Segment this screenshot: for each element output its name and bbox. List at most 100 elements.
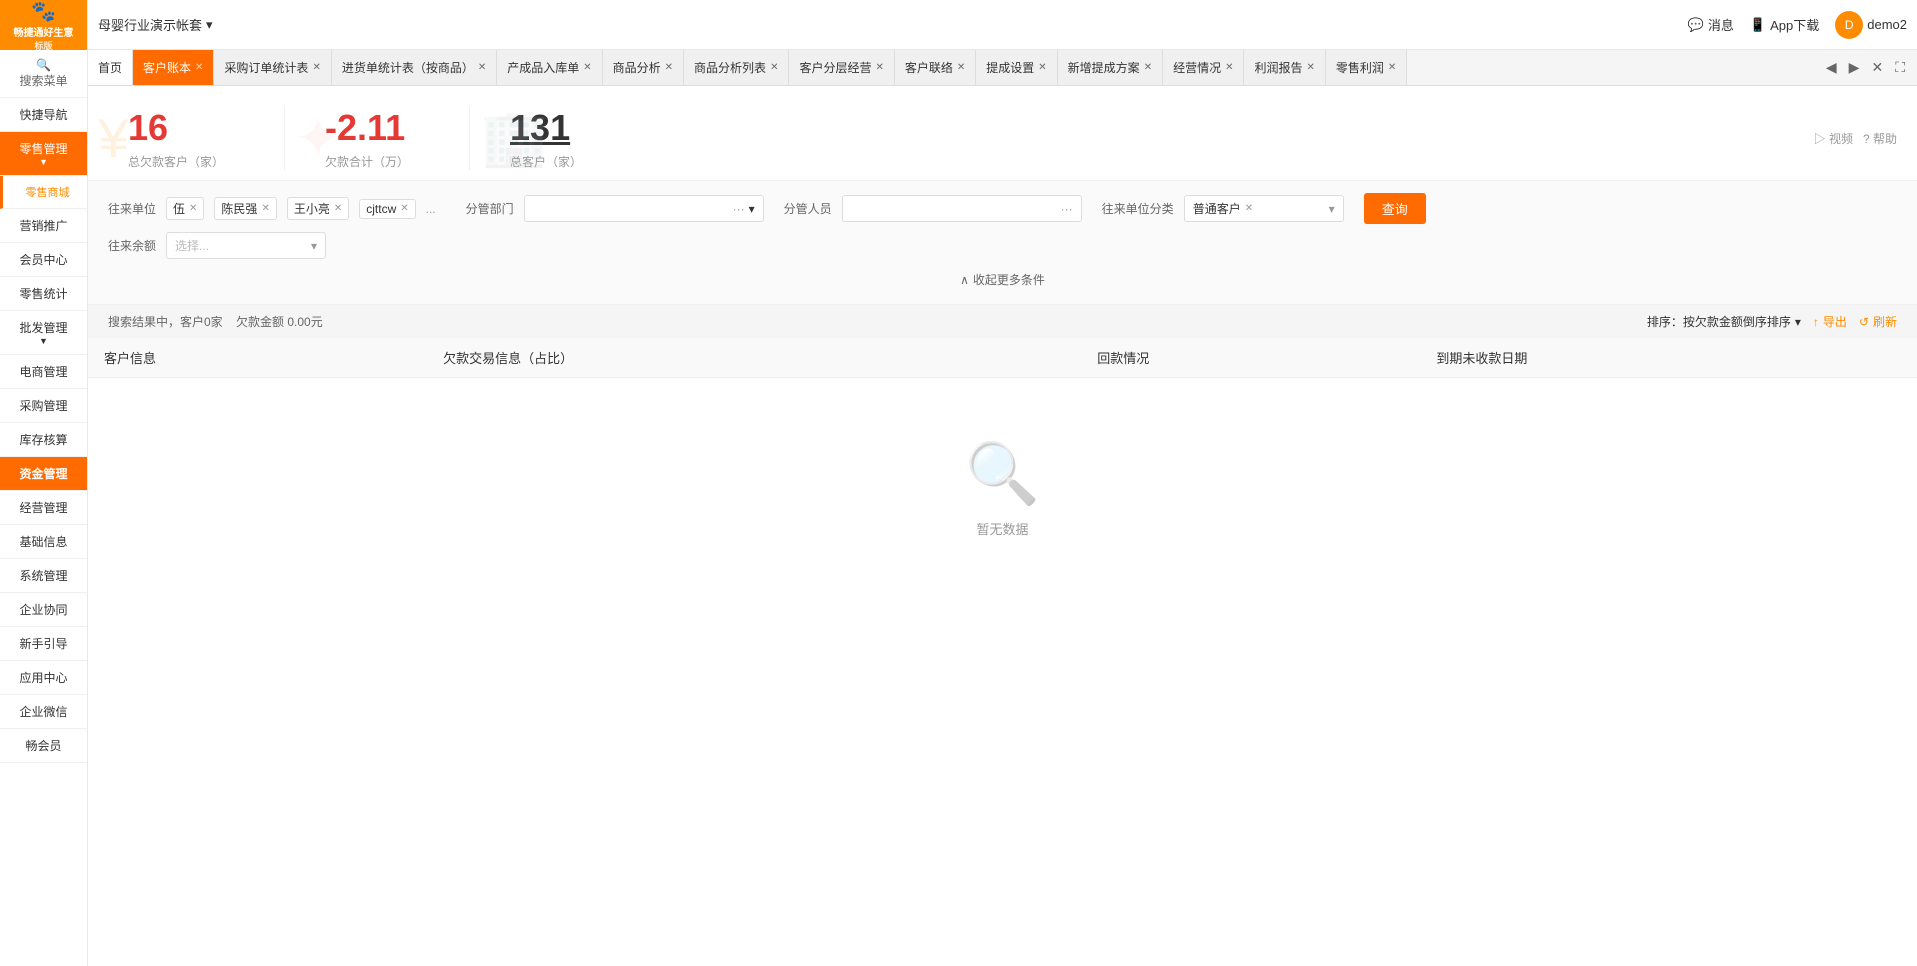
account-name: 母婴行业演示帐套 bbox=[98, 15, 202, 34]
tab-product-analysis-list[interactable]: 商品分析列表 ✕ bbox=[684, 50, 789, 86]
remove-unit-class[interactable]: ✕ bbox=[1245, 203, 1253, 214]
export-button[interactable]: ↑ 导出 bbox=[1813, 313, 1847, 330]
remove-tag-wang[interactable]: ✕ bbox=[334, 203, 342, 214]
tab-close-icon[interactable]: ✕ bbox=[1144, 62, 1152, 73]
sidebar-item-retail-mall[interactable]: 零售商城 bbox=[0, 176, 87, 209]
tab-product-analysis[interactable]: 商品分析 ✕ bbox=[603, 50, 684, 86]
more-tags-button[interactable]: ... bbox=[426, 202, 436, 216]
filter-tag-chen: 陈民强 ✕ bbox=[214, 197, 276, 220]
dept-selector[interactable]: ··· ▾ bbox=[524, 195, 764, 222]
sidebar-item-finance[interactable]: 资金管理 bbox=[0, 457, 87, 491]
help-icon: ? bbox=[1863, 132, 1870, 146]
balance-placeholder: 选择... bbox=[175, 237, 209, 254]
tab-customer-contact[interactable]: 客户联络 ✕ bbox=[895, 50, 976, 86]
tab-new-raise-plan[interactable]: 新增提成方案 ✕ bbox=[1058, 50, 1163, 86]
tab-business-status[interactable]: 经营情况 ✕ bbox=[1163, 50, 1244, 86]
tab-close-icon[interactable]: ✕ bbox=[1225, 62, 1233, 73]
tab-close-icon[interactable]: ✕ bbox=[1307, 62, 1315, 73]
sidebar-item-ecommerce[interactable]: 电商管理 bbox=[0, 355, 87, 389]
tab-close-icon[interactable]: ✕ bbox=[312, 62, 320, 73]
empty-text: 暂无数据 bbox=[976, 519, 1028, 538]
tab-close-icon[interactable]: ✕ bbox=[583, 62, 591, 73]
collapse-icon: ∧ bbox=[960, 273, 969, 287]
sidebar: 🐾 畅捷通好生意 标版 🔍 搜索菜单 快捷导航 零售管理 ▼ 零售商城 营销推广… bbox=[0, 0, 88, 966]
remove-tag-wu[interactable]: ✕ bbox=[189, 203, 197, 214]
sidebar-item-enterprise-wechat[interactable]: 企业微信 bbox=[0, 695, 87, 729]
account-selector[interactable]: 母婴行业演示帐套 ▾ bbox=[98, 15, 213, 34]
tab-close-icon[interactable]: ✕ bbox=[875, 62, 883, 73]
tab-profit-report[interactable]: 利润报告 ✕ bbox=[1244, 50, 1325, 86]
filter-tag-wu: 伍 ✕ bbox=[166, 197, 204, 220]
app-logo: 🐾 畅捷通好生意 标版 bbox=[0, 0, 87, 50]
sidebar-item-purchase[interactable]: 采购管理 bbox=[0, 389, 87, 423]
tab-fullscreen-icon[interactable]: ⛶ bbox=[1891, 57, 1909, 78]
overdue-customers-number: 16 bbox=[128, 106, 168, 149]
tab-close-all-icon[interactable]: ✕ bbox=[1867, 57, 1887, 78]
user-menu[interactable]: D demo2 bbox=[1835, 11, 1907, 39]
sidebar-item-member[interactable]: 会员中心 bbox=[0, 243, 87, 277]
avatar: D bbox=[1835, 11, 1863, 39]
sidebar-item-vip-member[interactable]: 畅会员 bbox=[0, 729, 87, 763]
tab-close-icon[interactable]: ✕ bbox=[1388, 62, 1396, 73]
sidebar-item-new-guide[interactable]: 新手引导 bbox=[0, 627, 87, 661]
message-button[interactable]: 💬 消息 bbox=[1688, 15, 1734, 34]
tab-close-icon[interactable]: ✕ bbox=[478, 62, 486, 73]
tab-home[interactable]: 首页 bbox=[88, 50, 133, 86]
tab-prev-icon[interactable]: ◀ bbox=[1822, 57, 1841, 78]
tab-raise-settings[interactable]: 提成设置 ✕ bbox=[976, 50, 1057, 86]
remove-tag-cjttcw[interactable]: ✕ bbox=[400, 203, 408, 214]
tab-close-icon[interactable]: ✕ bbox=[665, 62, 673, 73]
logo-icon: 🐾 bbox=[31, 0, 56, 24]
tab-stock-table[interactable]: 进货单统计表（按商品） ✕ bbox=[332, 50, 497, 86]
video-help-button[interactable]: ▷ 视频 bbox=[1814, 130, 1853, 147]
search-summary: 搜索结果中，客户0家 欠款金额 0.00元 bbox=[108, 313, 323, 330]
stat-overdue-customers: ¥ 16 总欠款客户（家） bbox=[108, 106, 284, 170]
sidebar-item-inventory[interactable]: 库存核算 bbox=[0, 423, 87, 457]
sidebar-item-retail-stats[interactable]: 零售统计 bbox=[0, 277, 87, 311]
tab-close-icon[interactable]: ✕ bbox=[957, 62, 965, 73]
filter-row-2: 往来余额 选择... ▾ bbox=[108, 232, 1897, 259]
search-result-bar: 搜索结果中，客户0家 欠款金额 0.00元 排序：按欠款金额倒序排序 ▾ ↑ 导… bbox=[88, 305, 1917, 338]
sidebar-item-enterprise[interactable]: 企业协同 bbox=[0, 593, 87, 627]
tab-purchase-order[interactable]: 采购订单统计表 ✕ bbox=[214, 50, 331, 86]
tab-product-instock[interactable]: 产成品入库单 ✕ bbox=[497, 50, 602, 86]
sidebar-item-system[interactable]: 系统管理 bbox=[0, 559, 87, 593]
sidebar-item-basic-info[interactable]: 基础信息 bbox=[0, 525, 87, 559]
dept-filter-label: 分管部门 bbox=[466, 200, 514, 217]
col-repayment: 回款情况 bbox=[1081, 338, 1420, 378]
tab-close-icon[interactable]: ✕ bbox=[770, 62, 778, 73]
tab-next-icon[interactable]: ▶ bbox=[1845, 57, 1864, 78]
filter-tag-wang: 王小亮 ✕ bbox=[287, 197, 349, 220]
sidebar-item-app-center[interactable]: 应用中心 bbox=[0, 661, 87, 695]
unit-filter-label: 往来单位 bbox=[108, 200, 156, 217]
tab-close-icon[interactable]: ✕ bbox=[1038, 62, 1046, 73]
dept-arrow-icon: ··· bbox=[733, 202, 745, 216]
message-label: 消息 bbox=[1708, 15, 1734, 34]
search-result-bar-right: 排序：按欠款金额倒序排序 ▾ ↑ 导出 ↺ 刷新 bbox=[1647, 313, 1897, 330]
remove-tag-chen[interactable]: ✕ bbox=[261, 203, 269, 214]
sidebar-item-wholesale[interactable]: 批发管理 ▼ bbox=[0, 311, 87, 355]
logo-text: 畅捷通好生意 bbox=[14, 24, 74, 39]
tab-customer-tier[interactable]: 客户分层经营 ✕ bbox=[789, 50, 894, 86]
tab-close-icon[interactable]: ✕ bbox=[195, 62, 203, 73]
sidebar-item-quick-nav[interactable]: 快捷导航 bbox=[0, 98, 87, 132]
sidebar-item-marketing[interactable]: 营销推广 bbox=[0, 209, 87, 243]
app-download-button[interactable]: 📱 App下载 bbox=[1750, 15, 1819, 34]
person-selector[interactable]: ··· bbox=[842, 195, 1082, 222]
sidebar-item-search[interactable]: 🔍 搜索菜单 bbox=[0, 50, 87, 98]
query-button[interactable]: 查询 bbox=[1364, 193, 1426, 224]
unit-class-selector[interactable]: 普通客户 ✕ ▾ bbox=[1184, 195, 1344, 222]
help-button[interactable]: ? 帮助 bbox=[1863, 130, 1897, 147]
tab-retail-profit[interactable]: 零售利润 ✕ bbox=[1326, 50, 1407, 86]
sidebar-item-retail[interactable]: 零售管理 ▼ bbox=[0, 132, 87, 176]
refresh-icon: ↺ bbox=[1859, 315, 1869, 329]
refresh-button[interactable]: ↺ 刷新 bbox=[1859, 313, 1897, 330]
topbar-left: 母婴行业演示帐套 ▾ bbox=[98, 15, 213, 34]
tabbar: 首页 客户账本 ✕ 采购订单统计表 ✕ 进货单统计表（按商品） ✕ 产成品入库单… bbox=[88, 50, 1917, 86]
collapse-filters-button[interactable]: ∧ 收起更多条件 bbox=[108, 267, 1897, 292]
sidebar-item-operation[interactable]: 经营管理 bbox=[0, 491, 87, 525]
balance-filter-label: 往来余额 bbox=[108, 237, 156, 254]
tab-customer-accounts[interactable]: 客户账本 ✕ bbox=[133, 50, 214, 86]
balance-selector[interactable]: 选择... ▾ bbox=[166, 232, 326, 259]
sort-dropdown[interactable]: 排序：按欠款金额倒序排序 ▾ bbox=[1647, 313, 1801, 330]
